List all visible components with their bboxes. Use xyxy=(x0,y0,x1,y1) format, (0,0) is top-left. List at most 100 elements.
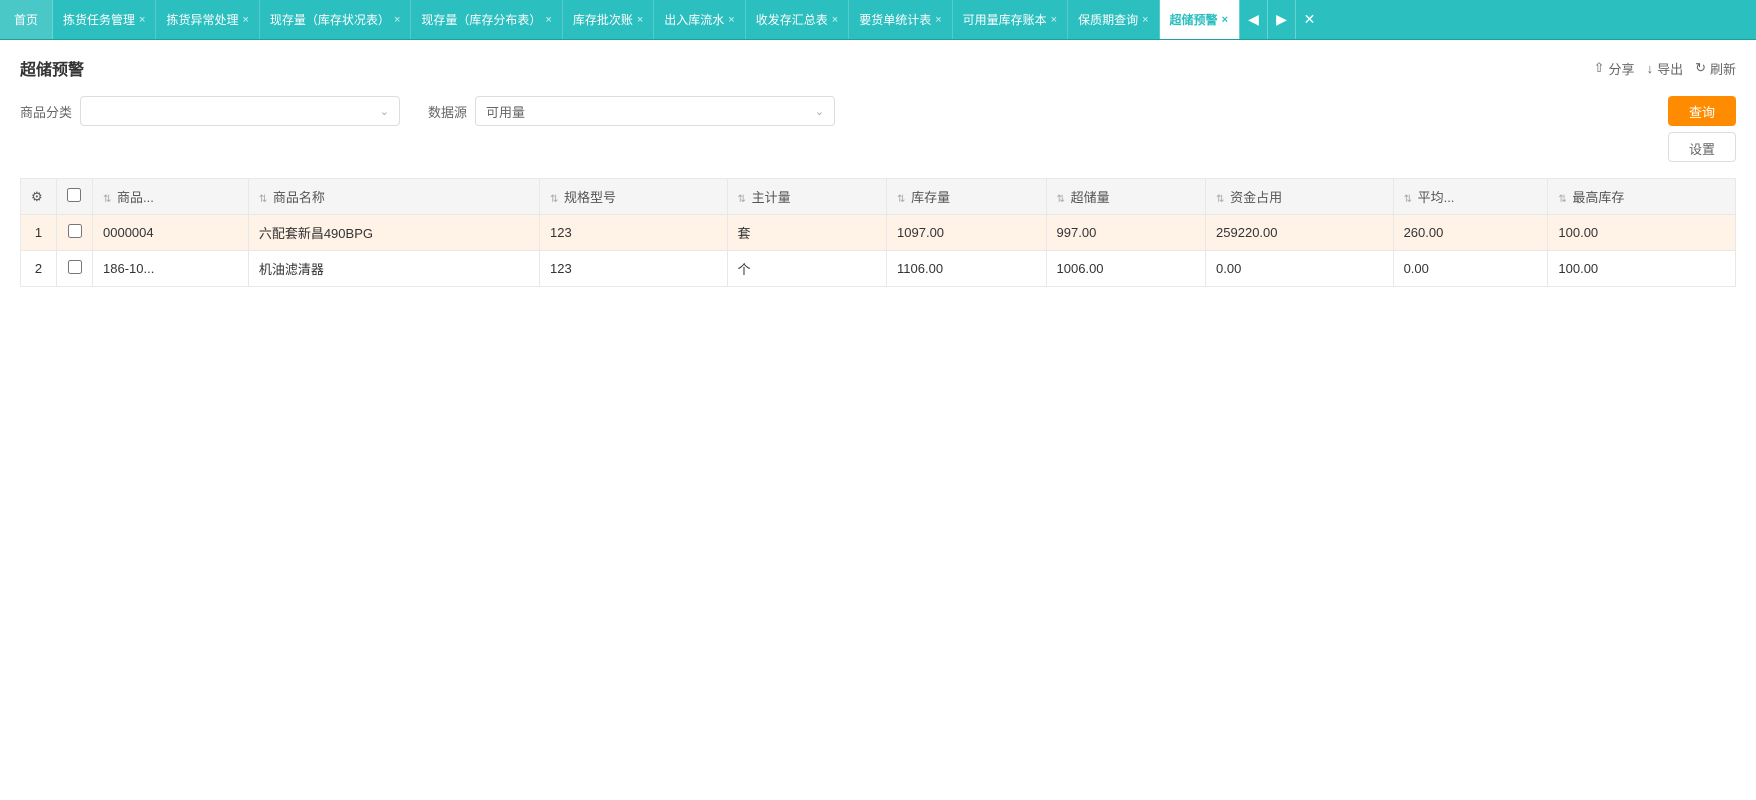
page-header: 超储预警 ⇧ 分享 ↓ 导出 ↻ 刷新 xyxy=(20,56,1736,80)
share-link[interactable]: ⇧ 分享 xyxy=(1594,59,1635,78)
export-label: 导出 xyxy=(1657,59,1683,78)
nav-tab-9[interactable]: 可用量库存账本 × xyxy=(953,0,1068,40)
th-settings[interactable]: ⚙ xyxy=(21,179,57,215)
refresh-link[interactable]: ↻ 刷新 xyxy=(1695,59,1736,78)
row-over-stock-1: 1006.00 xyxy=(1046,251,1206,287)
nav-tab-7[interactable]: 收发存汇总表 × xyxy=(746,0,849,40)
nav-tab-label-6: 出入库流水 xyxy=(664,11,724,28)
row-num-1: 2 xyxy=(21,251,57,287)
nav-tab-close-9[interactable]: × xyxy=(1051,14,1057,26)
nav-tab-11[interactable]: 超储预警 × xyxy=(1160,0,1239,40)
table-row: 1 0000004 六配套新昌490BPG 123 套 1097.00 997.… xyxy=(21,215,1736,251)
row-capital-0: 259220.00 xyxy=(1206,215,1394,251)
th-max-stock[interactable]: ⇅ 最高库存 xyxy=(1548,179,1736,215)
datasource-select[interactable]: 可用量 ⌄ xyxy=(475,96,835,126)
row-item-code-1: 186-10... xyxy=(93,251,249,287)
th-unit-label: 主计量 xyxy=(752,190,791,205)
row-checkbox-0[interactable] xyxy=(57,215,93,251)
header-actions: ⇧ 分享 ↓ 导出 ↻ 刷新 xyxy=(1594,59,1736,78)
table-row: 2 186-10... 机油滤清器 123 个 1106.00 1006.00 … xyxy=(21,251,1736,287)
nav-tab-close-7[interactable]: × xyxy=(832,14,838,26)
th-item-name[interactable]: ⇅ 商品名称 xyxy=(248,179,539,215)
row-max-stock-1: 100.00 xyxy=(1548,251,1736,287)
row-avg-price-1: 0.00 xyxy=(1393,251,1548,287)
sort-icon-over-stock: ⇅ xyxy=(1057,194,1065,205)
th-item-code[interactable]: ⇅ 商品... xyxy=(93,179,249,215)
th-spec[interactable]: ⇅ 规格型号 xyxy=(540,179,728,215)
sort-icon-spec: ⇅ xyxy=(550,194,558,205)
nav-tab-close-5[interactable]: × xyxy=(637,14,643,26)
gear-icon: ⚙ xyxy=(31,189,43,204)
row-stock-0: 1097.00 xyxy=(887,215,1047,251)
category-filter-group: 商品分类 ⌄ xyxy=(20,96,400,126)
th-capital[interactable]: ⇅ 资金占用 xyxy=(1206,179,1394,215)
nav-tab-4[interactable]: 现存量（库存分布表） × xyxy=(411,0,562,40)
query-button[interactable]: 查询 xyxy=(1668,96,1736,126)
nav-tab-close-3[interactable]: × xyxy=(394,14,400,26)
nav-tab-8[interactable]: 要货单统计表 × xyxy=(849,0,952,40)
nav-tab-label-7: 收发存汇总表 xyxy=(756,11,828,28)
row-checkbox-1[interactable] xyxy=(57,251,93,287)
th-over-stock[interactable]: ⇅ 超储量 xyxy=(1046,179,1206,215)
th-avg-price[interactable]: ⇅ 平均... xyxy=(1393,179,1548,215)
nav-tab-10[interactable]: 保质期查询 × xyxy=(1068,0,1159,40)
nav-tab-close-4[interactable]: × xyxy=(545,14,551,26)
nav-tab-label-11: 超储预警 xyxy=(1170,11,1218,28)
nav-tab-3[interactable]: 现存量（库存状况表） × xyxy=(260,0,411,40)
nav-tab-close-1[interactable]: × xyxy=(139,14,145,26)
row-select-1[interactable] xyxy=(68,260,82,274)
sort-icon-max-stock: ⇅ xyxy=(1558,194,1566,205)
nav-close-all[interactable]: ✕ xyxy=(1295,0,1323,40)
nav-tab-close-2[interactable]: × xyxy=(242,14,248,26)
nav-tab-close-8[interactable]: × xyxy=(935,14,941,26)
row-avg-price-0: 260.00 xyxy=(1393,215,1548,251)
filter-buttons: 查询 设置 xyxy=(1668,96,1736,162)
nav-tab-label-5: 库存批次账 xyxy=(573,11,633,28)
export-link[interactable]: ↓ 导出 xyxy=(1647,59,1684,78)
nav-tab-5[interactable]: 库存批次账 × xyxy=(563,0,654,40)
share-icon: ⇧ xyxy=(1594,60,1605,76)
sort-icon-capital: ⇅ xyxy=(1216,194,1224,205)
nav-tab-1[interactable]: 拣货任务管理 × xyxy=(53,0,156,40)
share-label: 分享 xyxy=(1609,59,1635,78)
data-table: ⚙ ⇅ 商品... ⇅ 商品名称 ⇅ 规格型号 ⇅ xyxy=(20,178,1736,287)
refresh-icon: ↻ xyxy=(1695,60,1706,76)
nav-tab-label-4: 现存量（库存分布表） xyxy=(421,11,541,28)
nav-tab-6[interactable]: 出入库流水 × xyxy=(654,0,745,40)
th-unit[interactable]: ⇅ 主计量 xyxy=(727,179,887,215)
nav-tab-close-6[interactable]: × xyxy=(728,14,734,26)
row-select-0[interactable] xyxy=(68,224,82,238)
nav-tab-home[interactable]: 首页 xyxy=(0,0,53,40)
nav-tab-label-2: 拣货异常处理 xyxy=(166,11,238,28)
nav-next-arrow[interactable]: ▶ xyxy=(1267,0,1295,40)
nav-tab-2[interactable]: 拣货异常处理 × xyxy=(156,0,259,40)
th-item-name-label: 商品名称 xyxy=(273,190,325,205)
row-unit-0: 套 xyxy=(727,215,887,251)
row-num-0: 1 xyxy=(21,215,57,251)
th-checkbox[interactable] xyxy=(57,179,93,215)
th-capital-label: 资金占用 xyxy=(1230,190,1282,205)
th-stock[interactable]: ⇅ 库存量 xyxy=(887,179,1047,215)
nav-tab-close-10[interactable]: × xyxy=(1142,14,1148,26)
select-all-checkbox[interactable] xyxy=(67,188,81,202)
sort-icon-unit: ⇅ xyxy=(738,194,746,205)
th-avg-price-label: 平均... xyxy=(1418,190,1455,205)
th-over-stock-label: 超储量 xyxy=(1071,190,1110,205)
th-spec-label: 规格型号 xyxy=(564,190,616,205)
page-title: 超储预警 xyxy=(20,56,84,80)
nav-tab-label-8: 要货单统计表 xyxy=(859,11,931,28)
nav-tab-label-1: 拣货任务管理 xyxy=(63,11,135,28)
nav-tab-close-11[interactable]: × xyxy=(1222,14,1228,26)
nav-prev-arrow[interactable]: ◀ xyxy=(1239,0,1267,40)
nav-tab-label-9: 可用量库存账本 xyxy=(963,11,1047,28)
category-label: 商品分类 xyxy=(20,102,72,121)
settings-button[interactable]: 设置 xyxy=(1668,132,1736,162)
datasource-select-value: 可用量 xyxy=(486,102,525,121)
top-navigation: 首页 拣货任务管理 × 拣货异常处理 × 现存量（库存状况表） × 现存量（库存… xyxy=(0,0,1756,40)
datasource-chevron-icon: ⌄ xyxy=(815,105,824,118)
row-spec-1: 123 xyxy=(540,251,728,287)
category-select[interactable]: ⌄ xyxy=(80,96,400,126)
sort-icon-item-code: ⇅ xyxy=(103,194,111,205)
refresh-label: 刷新 xyxy=(1710,59,1736,78)
datasource-filter-group: 数据源 可用量 ⌄ xyxy=(428,96,835,126)
